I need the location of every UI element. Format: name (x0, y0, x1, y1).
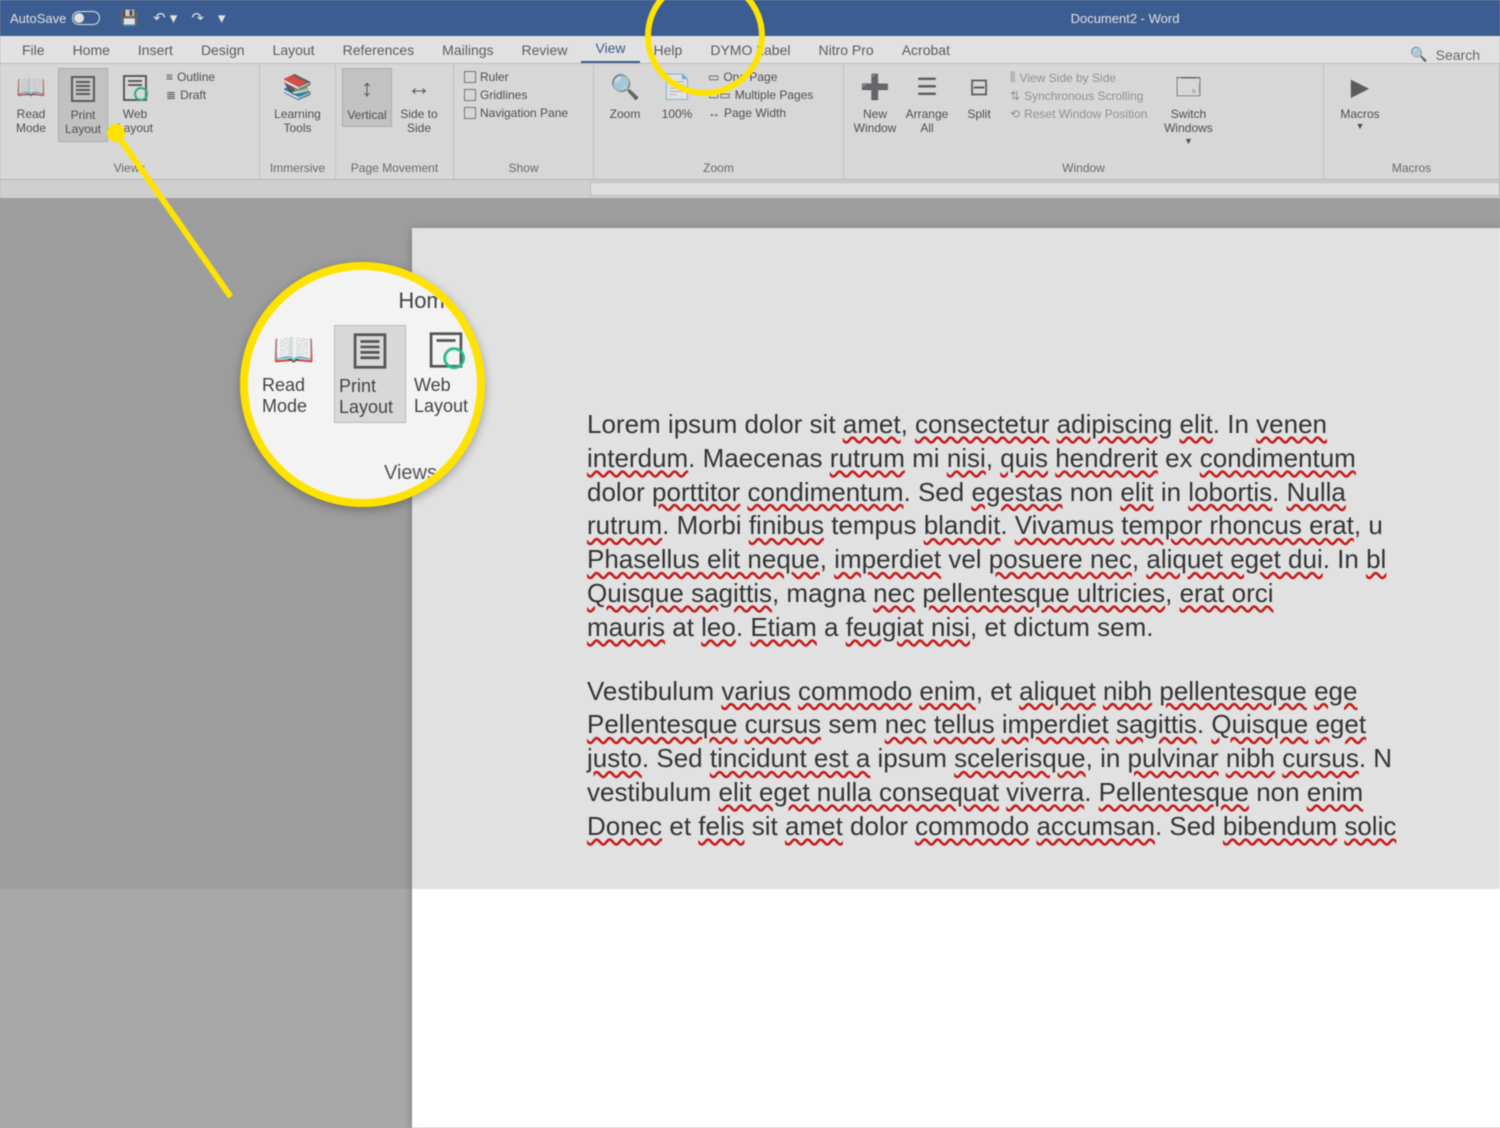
vertical-icon: ↕ (351, 73, 383, 105)
page-icon (349, 330, 391, 372)
group-window: ➕New Window ☰Arrange All ⊟Split ⫼View Si… (844, 64, 1324, 179)
tab-nitro[interactable]: Nitro Pro (804, 37, 887, 63)
search-label: Search (1436, 47, 1480, 63)
book-icon: 📖 (273, 329, 315, 371)
page-width-button[interactable]: ↔Page Width (708, 106, 813, 120)
print-layout-label: Print Layout (61, 108, 105, 137)
tab-review[interactable]: Review (508, 37, 582, 63)
sbs-icon: ⫼ (1010, 70, 1016, 85)
split-button[interactable]: ⊟Split (954, 68, 1004, 125)
arrange-icon: ☰ (911, 72, 943, 104)
tab-home[interactable]: Home (59, 37, 124, 63)
paragraph[interactable]: Vestibulum varius commodo enim, et aliqu… (587, 675, 1500, 844)
learning-tools-button[interactable]: 📚 Learning Tools (266, 68, 329, 140)
outline-icon: ≡ (166, 70, 173, 84)
draft-icon: ≣ (166, 88, 176, 102)
side-icon: ↔ (403, 72, 435, 104)
tab-design[interactable]: Design (187, 37, 259, 63)
print-layout-button[interactable]: Print Layout (58, 68, 108, 142)
tab-file[interactable]: File (8, 37, 59, 63)
search-icon: 🔍 (1410, 46, 1427, 63)
zoom-print-layout: Print Layout (334, 325, 406, 423)
document-area[interactable]: Lorem ipsum dolor sit amet, consectetur … (0, 198, 1500, 889)
zoom-read-mode: 📖 Read Mode (258, 325, 330, 423)
book-speaker-icon: 📚 (282, 72, 314, 104)
sync-icon: ⇅ (1010, 89, 1020, 103)
draft-button[interactable]: ≣Draft (166, 88, 215, 102)
vertical-button[interactable]: ↕ Vertical (342, 68, 392, 127)
new-window-button[interactable]: ➕New Window (850, 68, 900, 140)
side-by-side-button[interactable]: ⫼View Side by Side (1010, 70, 1147, 85)
redo-icon[interactable]: ↷ (191, 9, 204, 27)
toggle-icon (72, 11, 100, 25)
group-show-label: Show (460, 161, 587, 177)
group-views: 📖 Read Mode Print Layout Web Layout ≡Out… (0, 64, 260, 179)
group-pm-label: Page Movement (342, 161, 447, 177)
chevron-down-icon: ▼ (1356, 121, 1365, 132)
page-width-icon: ↔ (708, 106, 720, 120)
quick-access-toolbar: 💾 ↶ ▾ ↷ ▾ (120, 9, 225, 27)
read-mode-button[interactable]: 📖 Read Mode (6, 68, 56, 140)
horizontal-ruler (0, 180, 1500, 198)
zoom-web-layout: Web Layout (410, 325, 482, 423)
save-icon[interactable]: 💾 (120, 9, 139, 27)
sync-scroll-button: ⇅Synchronous Scrolling (1010, 89, 1147, 103)
macros-button[interactable]: ▶Macros▼ (1330, 68, 1390, 136)
switch-windows-button[interactable]: 🗔Switch Windows▼ (1153, 68, 1223, 151)
tab-view[interactable]: View (581, 35, 639, 63)
globe-page-icon (119, 72, 151, 104)
group-views-label: Views (6, 161, 253, 177)
qat-dropdown-icon[interactable]: ▾ (218, 9, 226, 27)
window-title: Document2 - Word (1071, 11, 1180, 26)
side-to-side-button[interactable]: ↔ Side to Side (394, 68, 444, 140)
magnifier-icon: 🔍 (609, 72, 641, 104)
undo-icon[interactable]: ↶ ▾ (153, 9, 177, 27)
group-macros-label: Macros (1330, 161, 1493, 177)
group-macros: ▶Macros▼ Macros (1324, 64, 1500, 179)
autosave-toggle[interactable]: AutoSave (10, 11, 100, 26)
outline-button[interactable]: ≡Outline (166, 70, 215, 84)
tab-acrobat[interactable]: Acrobat (888, 37, 964, 63)
read-mode-label: Read Mode (8, 107, 54, 136)
switch-icon: 🗔 (1172, 72, 1204, 104)
autosave-label: AutoSave (10, 11, 66, 26)
tab-references[interactable]: References (329, 37, 429, 63)
checkbox-icon (464, 71, 476, 83)
group-immersive: 📚 Learning Tools Immersive (260, 64, 336, 179)
group-immersive-label: Immersive (266, 161, 329, 177)
highlight-zoom-circle: Home 📖 Read Mode Print Layout Web Layout… (240, 262, 485, 507)
arrange-all-button[interactable]: ☰Arrange All (902, 68, 952, 140)
ruler-checkbox[interactable]: Ruler (464, 70, 568, 84)
zoom-views-label: Views (384, 462, 437, 485)
zoom-home-tab: Home (398, 288, 457, 314)
macros-icon: ▶ (1344, 72, 1376, 104)
tab-layout[interactable]: Layout (259, 37, 329, 63)
group-zoom-label: Zoom (600, 161, 837, 177)
globe-page-icon (425, 329, 467, 371)
new-window-icon: ➕ (859, 72, 891, 104)
views-small: ≡Outline ≣Draft (162, 68, 219, 104)
chevron-down-icon: ▼ (1184, 136, 1193, 147)
group-show: Ruler Gridlines Navigation Pane Show (454, 64, 594, 179)
group-page-movement: ↕ Vertical ↔ Side to Side Page Movement (336, 64, 454, 179)
page-icon (67, 73, 99, 105)
gridlines-checkbox[interactable]: Gridlines (464, 88, 568, 102)
page[interactable]: Lorem ipsum dolor sit amet, consectetur … (412, 228, 1500, 1128)
navpane-checkbox[interactable]: Navigation Pane (464, 106, 568, 120)
reset-pos-button: ⟲Reset Window Position (1010, 107, 1147, 121)
group-window-label: Window (850, 161, 1317, 177)
reset-icon: ⟲ (1010, 107, 1020, 121)
tab-insert[interactable]: Insert (124, 37, 187, 63)
search-box[interactable]: 🔍 Search (1410, 46, 1500, 63)
ribbon-view: 📖 Read Mode Print Layout Web Layout ≡Out… (0, 64, 1500, 180)
tab-mailings[interactable]: Mailings (428, 37, 507, 63)
checkbox-icon (464, 107, 476, 119)
book-icon: 📖 (15, 72, 47, 104)
zoom-button[interactable]: 🔍Zoom (600, 68, 650, 125)
split-icon: ⊟ (963, 72, 995, 104)
paragraph[interactable]: Lorem ipsum dolor sit amet, consectetur … (587, 408, 1500, 645)
checkbox-icon (464, 89, 476, 101)
